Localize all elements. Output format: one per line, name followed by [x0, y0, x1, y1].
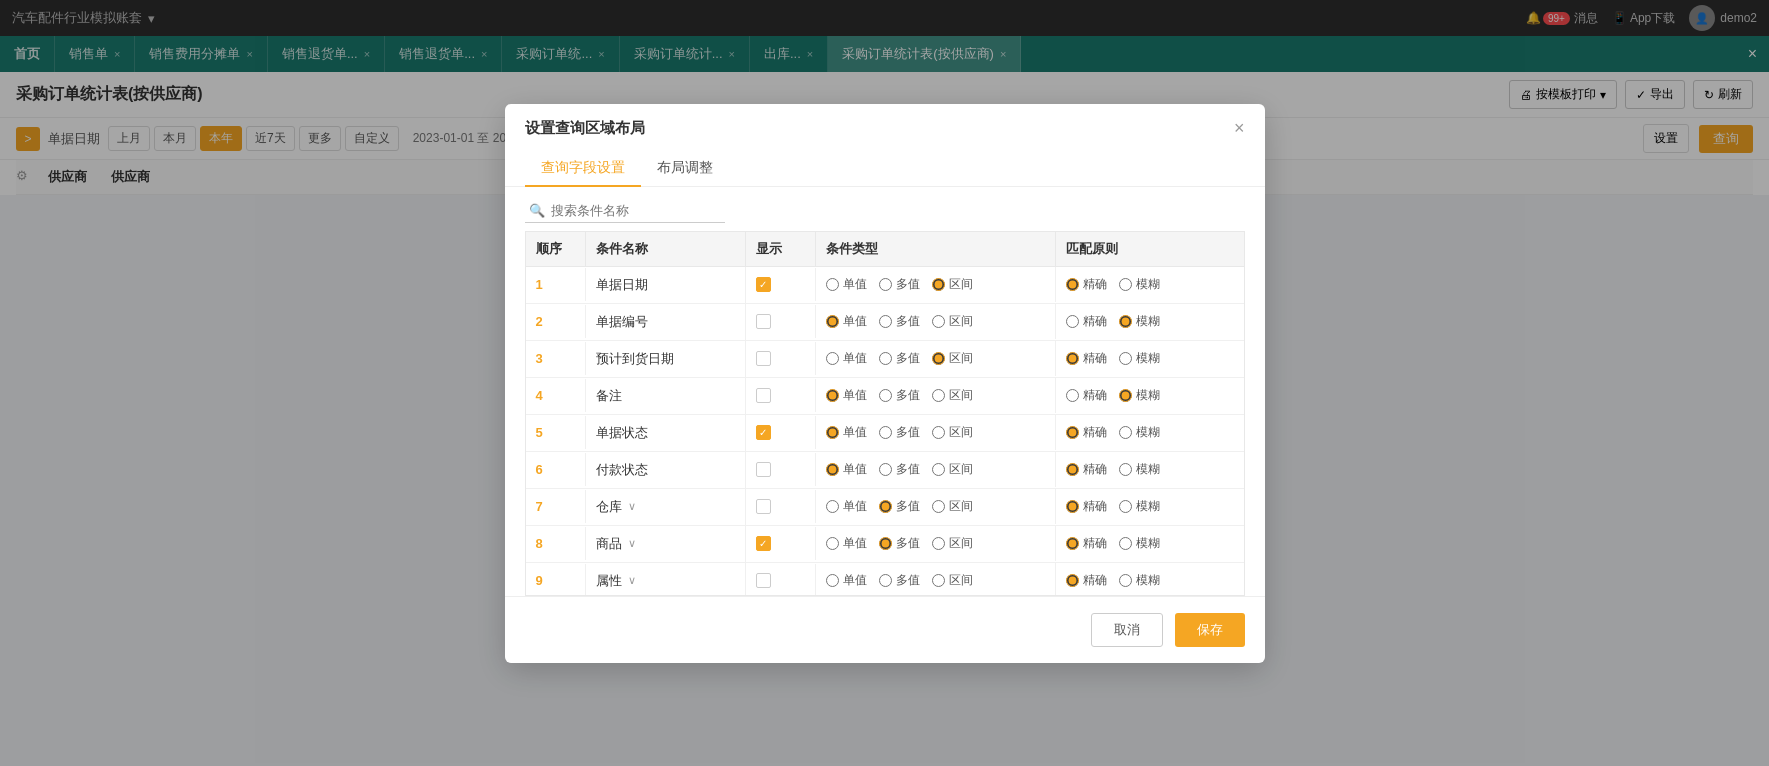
tab-layout-adjust[interactable]: 布局调整 — [641, 151, 729, 187]
modal-dialog: 设置查询区域布局 × 查询字段设置 布局调整 🔍 顺序 条件名称 显示 — [505, 104, 1265, 196]
modal-title: 设置查询区域布局 — [525, 119, 645, 138]
modal-overlay: 设置查询区域布局 × 查询字段设置 布局调整 🔍 顺序 条件名称 显示 — [0, 0, 1769, 195]
modal-header: 设置查询区域布局 × — [505, 104, 1265, 139]
modal-tab-bar: 查询字段设置 布局调整 — [505, 139, 1265, 187]
tab-query-fields[interactable]: 查询字段设置 — [525, 151, 641, 187]
modal-search-area: 🔍 — [505, 187, 1265, 196]
modal-close-btn[interactable]: × — [1234, 118, 1245, 139]
